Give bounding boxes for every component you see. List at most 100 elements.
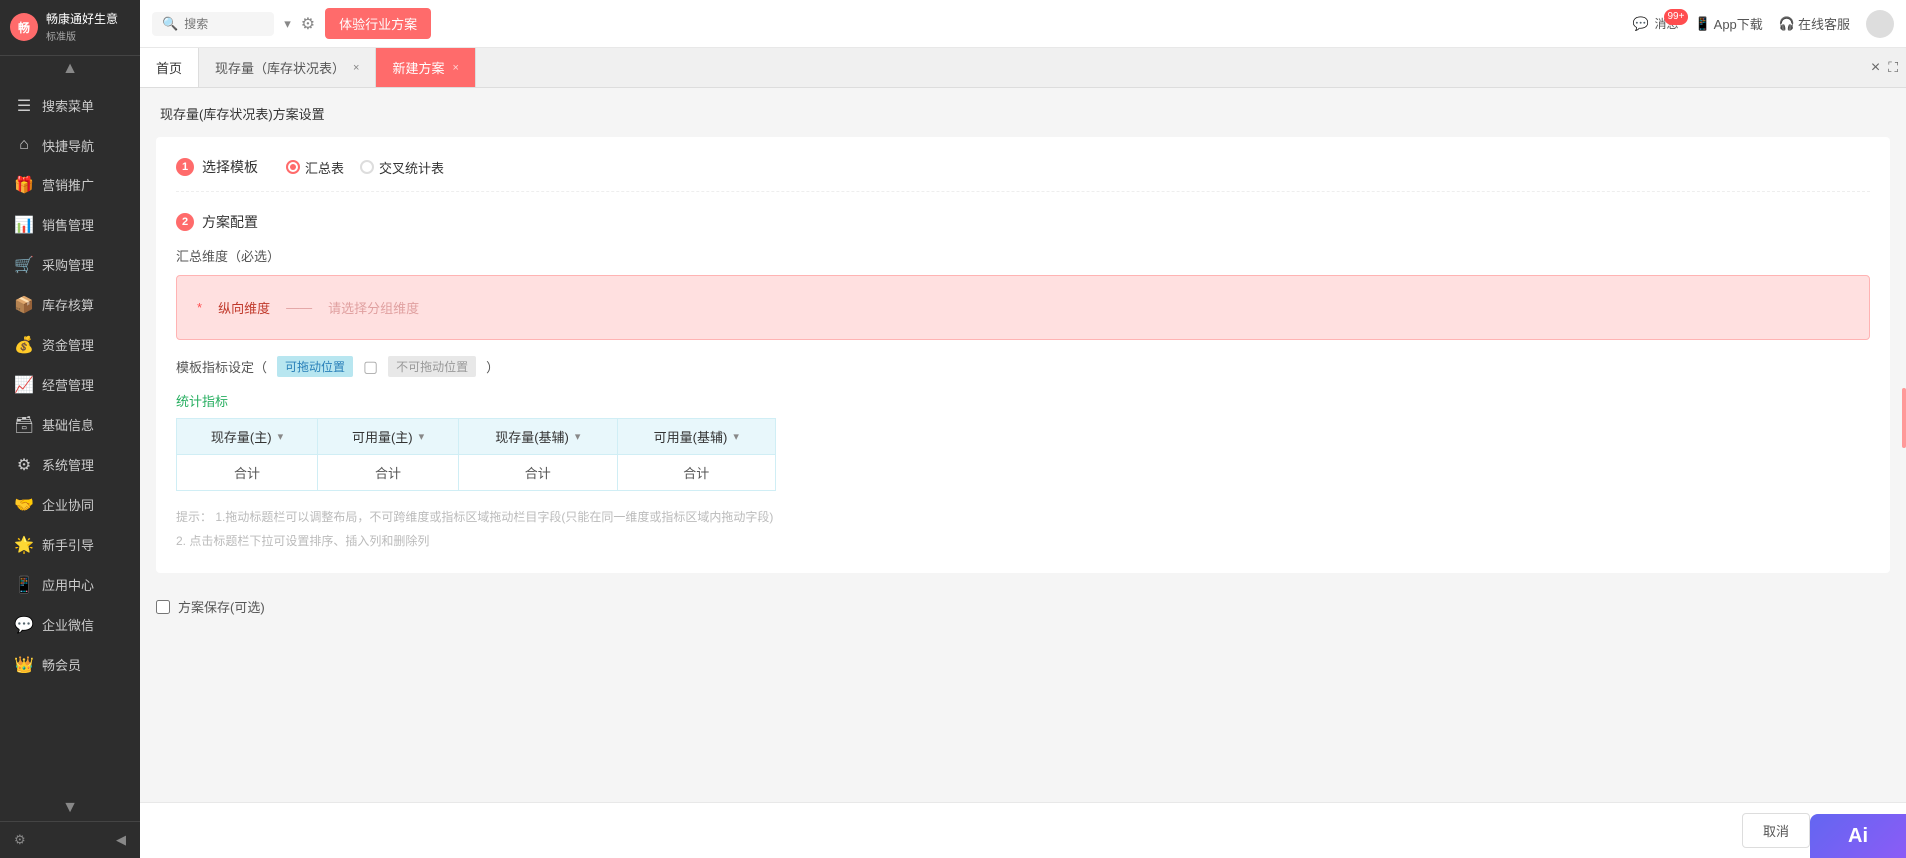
sidebar-item-cooperation[interactable]: 🤝 企业协同 [0, 485, 140, 525]
cancel-button[interactable]: 取消 [1742, 813, 1810, 848]
tab-new-scheme[interactable]: 新建方案 × [376, 48, 475, 87]
user-avatar[interactable] [1866, 10, 1894, 38]
search-input[interactable] [184, 17, 264, 31]
sidebar-item-marketing[interactable]: 🎁 营销推广 [0, 165, 140, 205]
dimension-dash: —— [286, 300, 312, 315]
search-box[interactable]: 🔍 [152, 12, 274, 36]
industry-btn[interactable]: 体验行业方案 [325, 8, 431, 39]
dimension-field-label: 纵向维度 [218, 298, 270, 317]
sidebar-item-app-center[interactable]: 📱 应用中心 [0, 565, 140, 605]
col-stock-main-dropdown[interactable]: ▾ [278, 430, 284, 443]
sidebar-item-label: 搜索菜单 [42, 96, 94, 115]
app-edition: 标准版 [46, 28, 118, 43]
main-area: 🔍 ▾ ⚙ 体验行业方案 💬 99+ 消息 📱 App下载 🎧 在线客服 [140, 0, 1906, 858]
cooperation-icon: 🤝 [14, 495, 34, 515]
scroll-indicator [1902, 388, 1906, 448]
sidebar-item-label: 基础信息 [42, 415, 94, 434]
system-icon: ⚙ [14, 455, 34, 475]
message-btn[interactable]: 💬 99+ 消息 [1633, 15, 1679, 32]
sidebar-item-basic-info[interactable]: 🗃 基础信息 [0, 405, 140, 445]
sidebar-item-label: 应用中心 [42, 575, 94, 594]
radio-cross-label: 交叉统计表 [379, 158, 444, 177]
tab-new-scheme-close[interactable]: × [452, 62, 458, 74]
tab-home-label: 首页 [156, 58, 182, 77]
sidebar-item-label: 经营管理 [42, 375, 94, 394]
col-stock-aux-dropdown[interactable]: ▾ [575, 430, 581, 443]
required-mark: * [197, 300, 202, 315]
basic-info-icon: 🗃 [14, 415, 34, 435]
tabs-right-controls: × ⛶ [1871, 59, 1906, 77]
step2-header: 2 方案配置 [176, 212, 1870, 232]
radio-summary[interactable]: 汇总表 [286, 158, 344, 177]
table-header-row: 现存量(主) ▾ 可用量(主) ▾ [177, 419, 776, 455]
sidebar-item-quick-nav[interactable]: ⌂ 快捷导航 [0, 126, 140, 165]
cell-stock-main-total: 合计 [177, 455, 318, 491]
col-available-main-dropdown[interactable]: ▾ [419, 430, 425, 443]
sidebar-item-member[interactable]: 👑 畅会员 [0, 645, 140, 685]
tab-inventory-close[interactable]: × [353, 62, 359, 74]
radio-summary-dot [286, 160, 300, 174]
tab-new-scheme-label: 新建方案 [392, 58, 444, 77]
headset-icon: 🎧 [1779, 16, 1795, 32]
radio-summary-label: 汇总表 [305, 158, 344, 177]
sidebar-item-sales[interactable]: 📊 销售管理 [0, 205, 140, 245]
sidebar-item-finance[interactable]: 💰 资金管理 [0, 325, 140, 365]
sidebar-item-guide[interactable]: 🌟 新手引导 [0, 525, 140, 565]
radio-cross[interactable]: 交叉统计表 [360, 158, 444, 177]
search-dropdown-icon[interactable]: ▾ [284, 16, 291, 32]
sidebar-item-label: 营销推广 [42, 175, 94, 194]
quick-nav-icon: ⌂ [14, 136, 34, 154]
tab-expand-icon[interactable]: ⛶ [1888, 59, 1898, 76]
cell-available-aux-total: 合计 [617, 455, 775, 491]
tab-close-icon[interactable]: × [1871, 59, 1880, 77]
template-radio-group: 汇总表 交叉统计表 [286, 158, 444, 177]
collapse-icon[interactable]: ◀ [116, 832, 126, 848]
app-name: 畅康通好生意 [46, 12, 118, 28]
sidebar-item-label: 采购管理 [42, 255, 94, 274]
ai-badge[interactable]: Ai [1810, 814, 1906, 858]
operations-icon: 📈 [14, 375, 34, 395]
tab-inventory-status[interactable]: 现存量（库存状况表） × [199, 48, 376, 87]
scroll-up-btn[interactable]: ▲ [0, 56, 140, 82]
app-download-btn[interactable]: 📱 App下载 [1694, 14, 1762, 33]
tag-movable: 可拖动位置 [277, 356, 353, 377]
sales-icon: 📊 [14, 215, 34, 235]
col-available-aux-dropdown[interactable]: ▾ [733, 430, 739, 443]
dimension-box: * 纵向维度 —— 请选择分组维度 [176, 275, 1870, 340]
cell-stock-aux-total: 合计 [459, 455, 617, 491]
tab-home[interactable]: 首页 [140, 48, 199, 87]
sidebar-logo: 畅 畅康通好生意 标准版 [0, 0, 140, 56]
sidebar-item-operations[interactable]: 📈 经营管理 [0, 365, 140, 405]
sidebar-item-search-menu[interactable]: ☰ 搜索菜单 [0, 86, 140, 126]
purchase-icon: 🛒 [14, 255, 34, 275]
sidebar-item-system[interactable]: ⚙ 系统管理 [0, 445, 140, 485]
tag-separator: ▢ [363, 357, 378, 377]
scheme-panel: 1 选择模板 汇总表 交叉统计表 2 方案 [156, 137, 1890, 573]
wechat-icon: 💬 [14, 615, 34, 635]
customer-service-btn[interactable]: 🎧 在线客服 [1779, 14, 1850, 33]
sidebar-item-inventory[interactable]: 📦 库存核算 [0, 285, 140, 325]
tips-section: 提示： 1.拖动标题栏可以调整布局，不可跨维度或指标区域拖动栏目字段(只能在同一… [176, 505, 1870, 553]
save-checkbox[interactable] [156, 600, 170, 614]
message-badge: 99+ [1664, 9, 1689, 25]
scroll-down-btn[interactable]: ▼ [0, 795, 140, 821]
app-center-icon: 📱 [14, 575, 34, 595]
page-title: 现存量(库存状况表)方案设置 [156, 104, 1890, 123]
sidebar-item-purchase[interactable]: 🛒 采购管理 [0, 245, 140, 285]
stats-title: 统计指标 [176, 391, 1870, 410]
settings-icon[interactable]: ⚙ [14, 832, 26, 848]
search-icon: 🔍 [162, 16, 178, 32]
search-menu-icon: ☰ [14, 96, 34, 116]
col-stock-main: 现存量(主) ▾ [177, 419, 318, 455]
save-label: 方案保存(可选) [178, 597, 265, 616]
gear-icon[interactable]: ⚙ [301, 14, 315, 34]
col-available-main: 可用量(主) ▾ [318, 419, 459, 455]
col-stock-aux: 现存量(基辅) ▾ [459, 419, 617, 455]
dimension-placeholder[interactable]: 请选择分组维度 [328, 298, 419, 317]
message-icon: 💬 [1633, 16, 1649, 31]
tab-inventory-label: 现存量（库存状况表） [215, 58, 345, 77]
sidebar-item-wechat[interactable]: 💬 企业微信 [0, 605, 140, 645]
sidebar-item-label: 快捷导航 [42, 136, 94, 155]
sidebar-item-label: 畅会员 [42, 655, 81, 674]
tag-fixed: 不可拖动位置 [388, 356, 476, 377]
